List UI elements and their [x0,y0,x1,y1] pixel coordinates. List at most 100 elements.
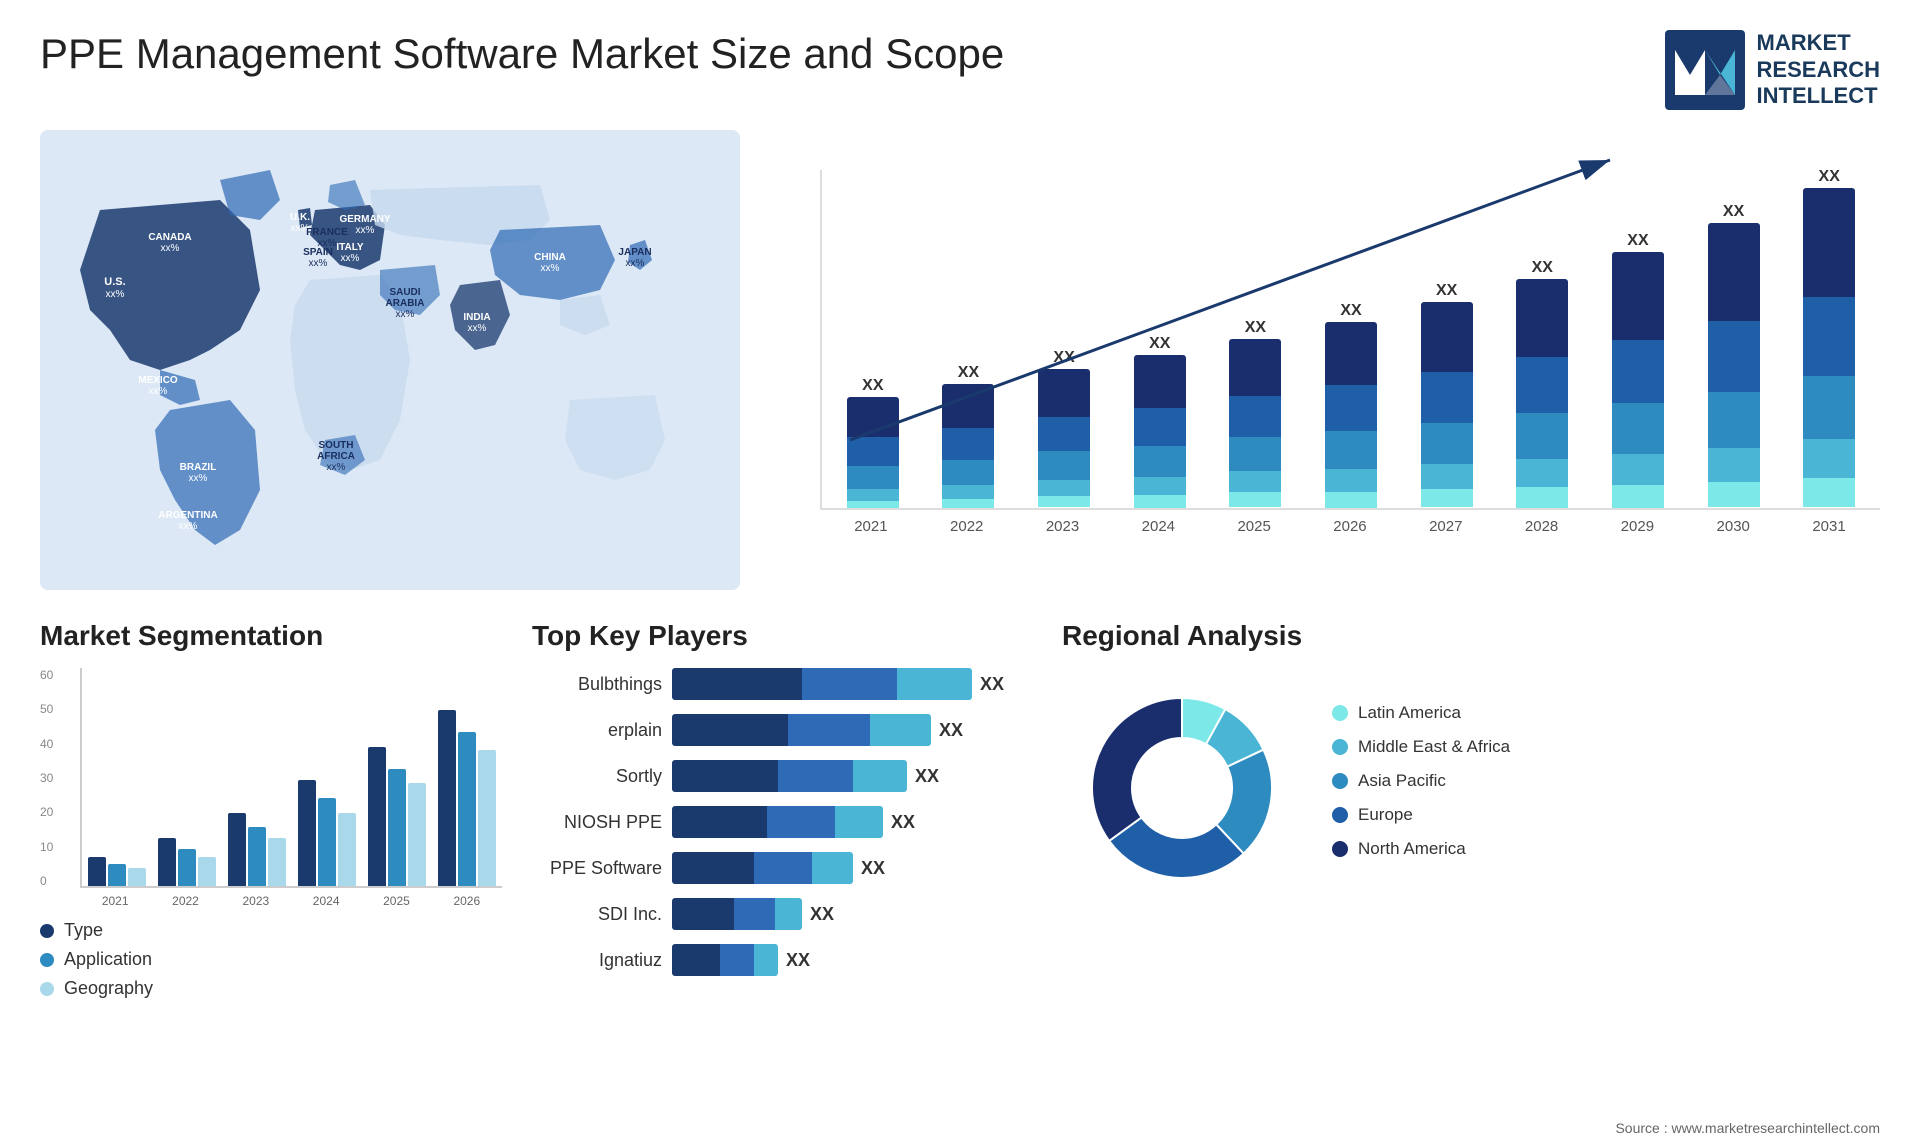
player-row: NIOSH PPE XX [532,806,1032,838]
bar-seg1 [672,944,720,976]
svg-text:INDIA: INDIA [463,312,490,323]
bar-seg3 [870,714,931,746]
bars-render: XXXXXXXXXXXXXXXXXXXXXX [820,170,1880,510]
seg-bar-segment [368,747,386,886]
player-xx: XX [939,720,963,741]
bar-group: XX [1117,335,1203,508]
seg-y-labels: 6050403020100 [40,668,53,888]
bar-segment [1325,385,1377,431]
bar-segment [1516,459,1568,487]
bar-seg1 [672,714,788,746]
svg-text:xx%: xx% [341,253,360,264]
x-label: 2031 [1786,518,1872,535]
seg-bar-group [88,857,146,886]
bar-segment [847,466,899,489]
svg-text:xx%: xx% [309,258,328,269]
bar-segment [1229,396,1281,437]
seg-x-labels: 202120222023202420252026 [80,888,502,908]
segmentation-title: Market Segmentation [40,620,502,652]
regional-container: Regional Analysis Latin AmericaMiddle Ea… [1062,620,1880,1040]
bar-seg1 [672,898,734,930]
x-label: 2024 [1115,518,1201,535]
legend-dot [1332,773,1348,789]
bar-seg3 [897,668,972,700]
players-container: Top Key Players BulbthingsXXerplainXXSor… [532,620,1032,1040]
x-label: 2028 [1499,518,1585,535]
player-name: NIOSH PPE [532,812,662,833]
seg-bar-segment [458,732,476,886]
seg-bar-segment [108,864,126,886]
regional-legend-item: Middle East & Africa [1332,737,1510,757]
regional-legend-item: Asia Pacific [1332,771,1510,791]
bar-segment [1803,188,1855,297]
main-container: PPE Management Software Market Size and … [0,0,1920,1146]
seg-bar-segment [178,849,196,886]
seg-chart-wrap: 6050403020100 202120222023202420252026 [40,668,502,908]
bar-segment [942,499,994,508]
seg-bar-segment [298,780,316,886]
bar-xx-label: XX [1819,168,1840,186]
player-name: PPE Software [532,858,662,879]
player-xx: XX [980,674,1004,695]
seg-bar-segment [248,827,266,886]
stacked-bar [1421,302,1473,508]
donut-segment [1092,698,1182,841]
seg-bar-segment [158,838,176,886]
player-xx: XX [891,812,915,833]
stacked-bar [1516,279,1568,508]
svg-text:xx%: xx% [149,386,168,397]
bar-segment [1803,439,1855,478]
legend-dot [1332,705,1348,721]
bar-segment [1325,322,1377,385]
bar-seg3 [812,852,853,884]
seg-legend-dot [40,982,54,996]
x-label: 2027 [1403,518,1489,535]
bar-segment [1612,340,1664,403]
x-label: 2025 [1211,518,1297,535]
bar-segment [1421,372,1473,423]
bar-segment [942,485,994,499]
bar-seg1 [672,806,767,838]
bar-group: XX [1213,319,1299,508]
bar-xx-label: XX [1053,349,1074,367]
seg-bar-group [158,838,216,886]
bar-group: XX [1691,203,1777,508]
logo-container: MARKET RESEARCH INTELLECT [1665,30,1880,110]
x-label: 2021 [828,518,914,535]
player-bar [672,898,802,930]
x-label: 2026 [1307,518,1393,535]
stacked-bar [1038,369,1090,508]
seg-bar-segment [408,783,426,886]
segment-container: Market Segmentation 6050403020100 202120… [40,620,502,1040]
bar-seg2 [788,714,870,746]
header: PPE Management Software Market Size and … [40,30,1880,110]
bar-segment [1708,321,1760,392]
x-label: 2022 [924,518,1010,535]
bar-segment [942,428,994,460]
seg-bar-group [438,710,496,886]
bar-group: XX [1021,349,1107,508]
seg-legend: TypeApplicationGeography [40,920,502,999]
player-name: Bulbthings [532,674,662,695]
bar-group: XX [1499,259,1585,508]
bar-group: XX [1786,168,1872,508]
svg-text:xx%: xx% [468,323,487,334]
stacked-bar [1229,339,1281,508]
player-xx: XX [861,858,885,879]
svg-text:ARGENTINA: ARGENTINA [158,510,217,521]
bar-segment [1421,423,1473,464]
bar-seg2 [778,760,853,792]
legend-dot [1332,841,1348,857]
bar-xx-label: XX [1723,203,1744,221]
bar-segment [1516,279,1568,357]
bar-segment [1612,403,1664,454]
player-bar [672,944,778,976]
bar-segment [1516,413,1568,459]
bar-seg2 [720,944,754,976]
seg-legend-label: Type [64,920,103,941]
bar-group: XX [1595,232,1681,508]
bar-segment [1038,496,1090,507]
seg-bar-segment [268,838,286,886]
bar-segment [1229,471,1281,492]
player-xx: XX [915,766,939,787]
